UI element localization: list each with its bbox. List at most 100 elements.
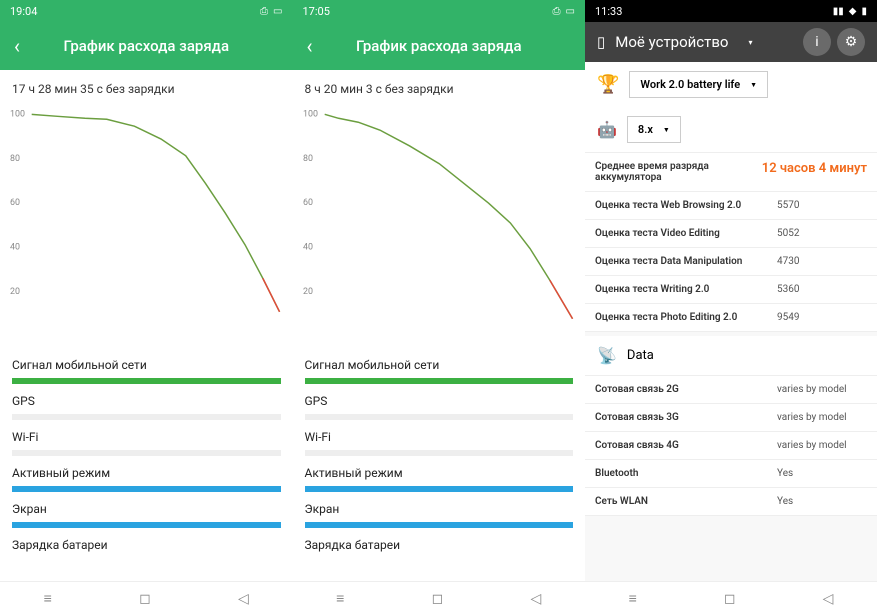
cell-signal-section: Сигнал мобильной сети [0, 352, 293, 388]
section-label: Wi-Fi [12, 430, 281, 444]
y-label: 80 [302, 154, 312, 164]
y-label: 40 [302, 243, 312, 253]
select-value: 8.x [638, 123, 653, 136]
conn-row: Bluetooth Yes [585, 460, 877, 488]
trophy-icon: 🏆 [597, 74, 619, 95]
conn-row: Сеть WLAN Yes [585, 488, 877, 516]
row-value: 12 часов 4 минут [762, 161, 867, 183]
section-label: Зарядка батареи [12, 538, 281, 552]
settings-button[interactable]: ⚙ [837, 28, 865, 56]
score-row: Оценка теста Web Browsing 2.0 5570 [585, 192, 877, 220]
wifi-section: Wi-Fi [0, 424, 293, 460]
chevron-down-icon: ▼ [663, 126, 670, 134]
page-title: График расхода заряда [293, 37, 586, 55]
antenna-icon: 📡 [597, 346, 617, 365]
screen-section: Экран [293, 496, 586, 532]
nav-recents-icon[interactable]: ≡ [336, 590, 344, 607]
test-select-row: 🏆 Work 2.0 battery life ▼ [585, 62, 877, 107]
row-key: Сеть WLAN [595, 496, 777, 507]
active-mode-section: Активный режим [293, 460, 586, 496]
row-key: Оценка теста Data Manipulation [595, 256, 777, 267]
score-row: Оценка теста Video Editing 5052 [585, 220, 877, 248]
section-label: Экран [12, 502, 281, 516]
row-value: 5360 [777, 284, 867, 295]
avg-discharge-row: Среднее время разряда аккумулятора 12 ча… [585, 153, 877, 192]
row-value: 4730 [777, 256, 867, 267]
score-row: Оценка теста Data Manipulation 4730 [585, 248, 877, 276]
camera-icon: ⎙ [260, 6, 268, 17]
cell-signal-section: Сигнал мобильной сети [293, 352, 586, 388]
os-select[interactable]: 8.x ▼ [627, 116, 681, 143]
screen-section: Экран [0, 496, 293, 532]
section-label: Сигнал мобильной сети [12, 358, 281, 372]
section-label: Активный режим [12, 466, 281, 480]
clock: 17:05 [303, 5, 330, 18]
dropdown-icon[interactable]: ▾ [749, 38, 753, 47]
row-value: 9549 [777, 312, 867, 323]
section-label: Wi-Fi [305, 430, 574, 444]
test-select[interactable]: Work 2.0 battery life ▼ [629, 71, 768, 98]
y-label: 20 [10, 287, 20, 297]
clock: 11:33 [595, 5, 622, 18]
nav-bar: ≡ ◻ ◁ [0, 581, 293, 615]
battery-panel-1: 19:04 ⎙ ▭ ‹ График расхода заряда 17 ч 2… [0, 0, 293, 615]
select-value: Work 2.0 battery life [640, 78, 740, 91]
y-label: 60 [302, 198, 312, 208]
row-key: Оценка теста Video Editing [595, 228, 777, 239]
conn-row: Сотовая связь 3G varies by model [585, 404, 877, 432]
nav-recents-icon[interactable]: ≡ [629, 590, 637, 607]
clock: 19:04 [10, 5, 37, 18]
battery-line-red [263, 278, 280, 312]
row-value: varies by model [777, 440, 867, 451]
row-value: 5570 [777, 200, 867, 211]
device-header: ▯ Моё устройство ▾ i ⚙ [585, 22, 877, 62]
duration-text: 17 ч 28 мин 35 с без зарядки [0, 70, 293, 100]
battery-line [32, 114, 280, 312]
header: ‹ График расхода заряда [293, 22, 586, 70]
section-label: GPS [12, 394, 281, 408]
active-mode-section: Активный режим [0, 460, 293, 496]
wifi-icon: ◆ [849, 6, 857, 17]
row-value: varies by model [777, 384, 867, 395]
row-key: Оценка теста Web Browsing 2.0 [595, 200, 777, 211]
y-label: 100 [302, 109, 317, 119]
nav-back-icon[interactable]: ◁ [823, 591, 834, 607]
camera-icon: ⎙ [553, 6, 561, 17]
nav-home-icon[interactable]: ◻ [139, 591, 151, 607]
data-section-header: 📡 Data [585, 336, 877, 376]
conn-row: Сотовая связь 4G varies by model [585, 432, 877, 460]
battery-icon: ▭ [566, 6, 575, 17]
nav-recents-icon[interactable]: ≡ [44, 590, 52, 607]
battery-chart: 100 80 60 40 20 [293, 100, 586, 352]
os-select-row: 🤖 8.x ▼ [585, 107, 877, 153]
score-row: Оценка теста Photo Editing 2.0 9549 [585, 304, 877, 332]
page-title: График расхода заряда [0, 37, 293, 55]
info-button[interactable]: i [803, 28, 831, 56]
y-label: 100 [10, 109, 25, 119]
nav-back-icon[interactable]: ◁ [238, 591, 249, 607]
section-label: Data [627, 348, 654, 363]
status-bar: 19:04 ⎙ ▭ [0, 0, 293, 22]
battery-icon: ▭ [273, 6, 282, 17]
charge-section: Зарядка батареи [293, 532, 586, 562]
conn-row: Сотовая связь 2G varies by model [585, 376, 877, 404]
y-label: 60 [10, 198, 20, 208]
section-label: Зарядка батареи [305, 538, 574, 552]
section-label: Активный режим [305, 466, 574, 480]
section-label: Сигнал мобильной сети [305, 358, 574, 372]
battery-line [324, 114, 572, 318]
status-bar: 17:05 ⎙ ▭ [293, 0, 586, 22]
nav-bar: ≡ ◻ ◁ [585, 581, 877, 615]
battery-chart: 100 80 60 40 20 [0, 100, 293, 352]
row-key: Сотовая связь 3G [595, 412, 777, 423]
gps-section: GPS [0, 388, 293, 424]
status-bar: 11:33 ▮▮ ◆ ▮ [585, 0, 877, 22]
row-key: Среднее время разряда аккумулятора [595, 161, 762, 183]
charge-section: Зарядка батареи [0, 532, 293, 562]
row-value: varies by model [777, 412, 867, 423]
nav-home-icon[interactable]: ◻ [724, 591, 736, 607]
nav-home-icon[interactable]: ◻ [432, 591, 444, 607]
y-label: 80 [10, 154, 20, 164]
signal-icon: ▮▮ [833, 6, 844, 17]
nav-back-icon[interactable]: ◁ [531, 591, 542, 607]
